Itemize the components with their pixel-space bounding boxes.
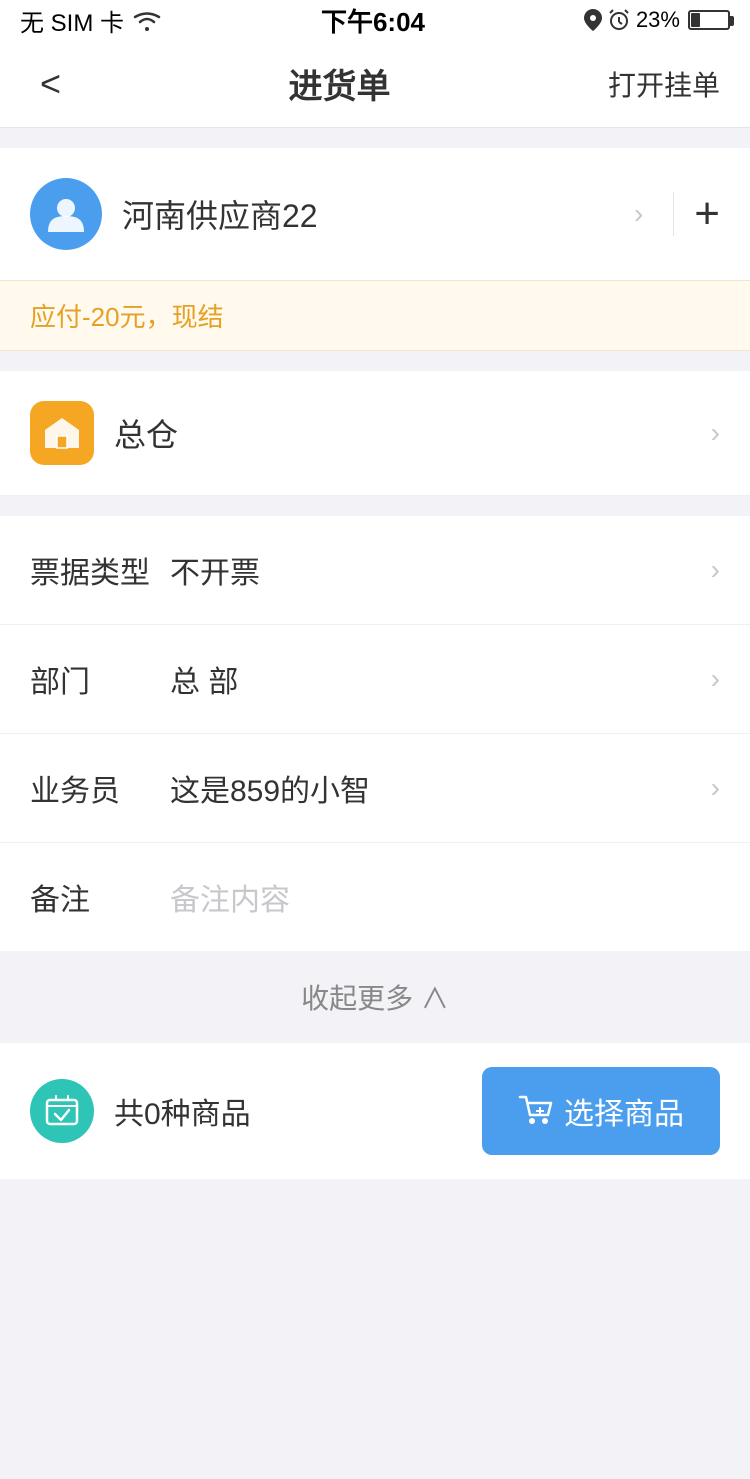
location-icon bbox=[584, 9, 602, 31]
product-icon-wrap bbox=[30, 1079, 94, 1143]
open-pending-button[interactable]: 打开挂单 bbox=[608, 64, 720, 104]
gray-fill-area bbox=[0, 1179, 750, 1479]
supplier-name: 河南供应商22 bbox=[122, 191, 634, 237]
department-row[interactable]: 部门 总 部 › bbox=[0, 625, 750, 734]
warehouse-chevron-icon: › bbox=[711, 417, 720, 449]
supplier-row[interactable]: 河南供应商22 › + bbox=[0, 148, 750, 280]
warehouse-icon-wrap bbox=[30, 401, 94, 465]
wifi-icon bbox=[132, 9, 162, 31]
status-right: 23% bbox=[584, 7, 730, 33]
form-section: 票据类型 不开票 › 部门 总 部 › 业务员 这是859的小智 › 备注 备注… bbox=[0, 516, 750, 951]
carrier-text: 无 SIM 卡 bbox=[20, 3, 124, 38]
invoice-label: 票据类型 bbox=[30, 548, 170, 592]
supplier-avatar bbox=[30, 178, 102, 250]
page-title: 进货单 bbox=[289, 59, 391, 108]
back-button[interactable]: < bbox=[30, 53, 71, 115]
warehouse-row[interactable]: 总仓 › bbox=[0, 371, 750, 496]
select-product-button[interactable]: 选择商品 bbox=[482, 1067, 720, 1155]
warehouse-icon bbox=[43, 416, 81, 450]
warehouse-section: 总仓 › bbox=[0, 371, 750, 496]
bottom-section: 共0种商品 选择商品 bbox=[0, 1043, 750, 1179]
product-icon bbox=[43, 1092, 81, 1130]
cart-icon bbox=[518, 1095, 554, 1127]
remark-label: 备注 bbox=[30, 875, 170, 919]
remark-input[interactable]: 备注内容 bbox=[170, 875, 720, 919]
salesperson-value: 这是859的小智 bbox=[170, 766, 711, 810]
alarm-icon bbox=[608, 9, 630, 31]
invoice-row[interactable]: 票据类型 不开票 › bbox=[0, 516, 750, 625]
remark-row[interactable]: 备注 备注内容 bbox=[0, 843, 750, 951]
salesperson-chevron-icon: › bbox=[711, 772, 720, 804]
collapse-label: 收起更多 ∧ bbox=[301, 983, 449, 1014]
department-chevron-icon: › bbox=[711, 663, 720, 695]
battery-percent: 23% bbox=[636, 7, 680, 33]
collapse-bar[interactable]: 收起更多 ∧ bbox=[0, 951, 750, 1043]
add-supplier-button[interactable]: + bbox=[673, 192, 720, 236]
department-value: 总 部 bbox=[170, 657, 711, 701]
status-bar: 无 SIM 卡 下午6:04 23% bbox=[0, 0, 750, 40]
department-label: 部门 bbox=[30, 657, 170, 701]
invoice-chevron-icon: › bbox=[711, 554, 720, 586]
person-icon bbox=[46, 194, 86, 234]
salesperson-row[interactable]: 业务员 这是859的小智 › bbox=[0, 734, 750, 843]
supplier-chevron-icon: › bbox=[634, 198, 643, 230]
invoice-value: 不开票 bbox=[170, 548, 711, 592]
supplier-notice: 应付-20元，现结 bbox=[0, 280, 750, 351]
status-time: 下午6:04 bbox=[321, 2, 425, 39]
supplier-section: 河南供应商22 › + 应付-20元，现结 bbox=[0, 148, 750, 351]
battery-icon bbox=[688, 10, 730, 30]
status-carrier: 无 SIM 卡 bbox=[20, 3, 162, 38]
product-count: 共0种商品 bbox=[114, 1089, 462, 1133]
section-divider-1 bbox=[0, 128, 750, 148]
select-product-label: 选择商品 bbox=[564, 1089, 684, 1133]
warehouse-name: 总仓 bbox=[114, 410, 711, 456]
nav-bar: < 进货单 打开挂单 bbox=[0, 40, 750, 128]
salesperson-label: 业务员 bbox=[30, 766, 170, 810]
